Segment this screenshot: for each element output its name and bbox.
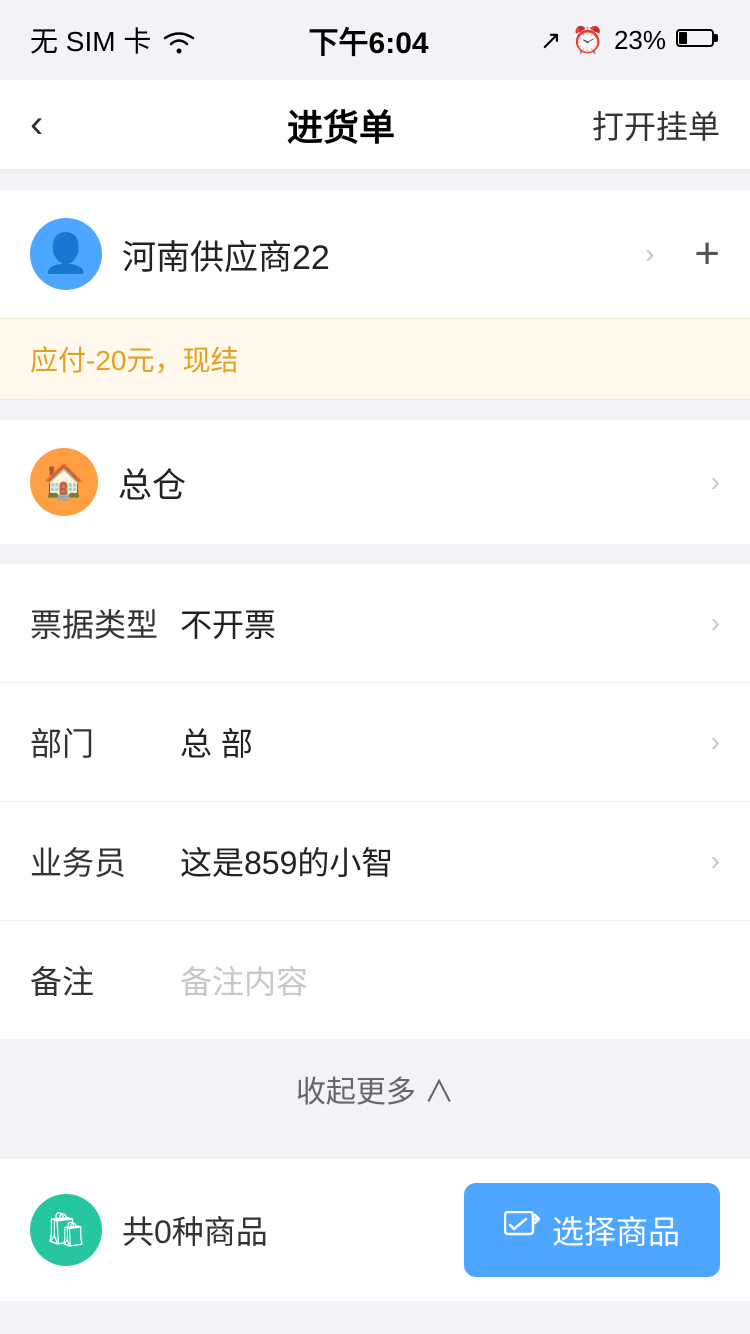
page-title: 进货单 <box>287 99 395 151</box>
supplier-row[interactable]: 👤 河南供应商22 › + <box>0 190 750 318</box>
select-product-button[interactable]: 选择商品 <box>464 1183 720 1277</box>
remarks-label: 备注 <box>30 957 160 1003</box>
salesman-label: 业务员 <box>30 838 160 884</box>
status-left: 无 SIM 卡 <box>30 20 197 60</box>
warehouse-row[interactable]: 🏠 总仓 › <box>0 420 750 544</box>
location-icon: ↗ <box>540 25 562 56</box>
open-pending-button[interactable]: 打开挂单 <box>592 102 720 148</box>
battery-label: 23% <box>614 25 666 56</box>
salesman-value: 这是859的小智 <box>160 838 711 884</box>
department-label: 部门 <box>30 719 160 765</box>
status-bar: 无 SIM 卡 下午6:04 ↗ ⏰ 23% <box>0 0 750 80</box>
department-chevron-icon: › <box>711 726 720 758</box>
notice-bar: 应付-20元，现结 <box>0 318 750 400</box>
salesman-chevron-icon: › <box>711 845 720 877</box>
department-value: 总 部 <box>160 719 711 765</box>
supplier-name: 河南供应商22 <box>122 230 645 279</box>
ticket-type-chevron-icon: › <box>711 607 720 639</box>
carrier-label: 无 SIM 卡 <box>30 20 151 60</box>
add-supplier-button[interactable]: + <box>694 229 720 279</box>
warehouse-chevron-icon: › <box>711 466 720 498</box>
ticket-type-row[interactable]: 票据类型 不开票 › <box>0 564 750 683</box>
page-container: 无 SIM 卡 下午6:04 ↗ ⏰ 23% <box>0 0 750 1334</box>
form-section: 票据类型 不开票 › 部门 总 部 › 业务员 这是859的小智 › 备注 备注… <box>0 564 750 1039</box>
supplier-section: 👤 河南供应商22 › + 应付-20元，现结 <box>0 190 750 400</box>
bottom-bar: 🛍 共0种商品 选择商品 <box>0 1159 750 1301</box>
warehouse-icon: 🏠 <box>43 462 85 502</box>
select-icon <box>504 1211 540 1249</box>
warehouse-name: 总仓 <box>118 458 711 507</box>
remarks-input[interactable]: 备注内容 <box>160 957 720 1003</box>
supplier-chevron-icon: › <box>645 238 654 270</box>
remarks-row[interactable]: 备注 备注内容 <box>0 921 750 1039</box>
top-divider <box>0 170 750 190</box>
supplier-avatar: 👤 <box>30 218 102 290</box>
battery-icon <box>676 25 720 56</box>
back-button[interactable]: ‹ <box>30 102 90 147</box>
product-count-label: 共0种商品 <box>122 1207 464 1253</box>
person-icon: 👤 <box>42 232 89 276</box>
department-row[interactable]: 部门 总 部 › <box>0 683 750 802</box>
collapse-button[interactable]: 收起更多 ∧ <box>0 1039 750 1139</box>
select-product-label: 选择商品 <box>552 1207 680 1253</box>
ticket-type-label: 票据类型 <box>30 600 160 646</box>
product-icon: 🛍 <box>44 1210 87 1250</box>
warehouse-icon-wrap: 🏠 <box>30 448 98 516</box>
wifi-icon <box>161 24 197 56</box>
nav-bar: ‹ 进货单 打开挂单 <box>0 80 750 170</box>
status-time: 下午6:04 <box>309 18 429 62</box>
salesman-row[interactable]: 业务员 这是859的小智 › <box>0 802 750 921</box>
status-right: ↗ ⏰ 23% <box>540 25 720 56</box>
alarm-icon: ⏰ <box>572 25 604 56</box>
product-icon-wrap: 🛍 <box>30 1194 102 1266</box>
warehouse-section: 🏠 总仓 › <box>0 420 750 544</box>
ticket-type-value: 不开票 <box>160 600 711 646</box>
